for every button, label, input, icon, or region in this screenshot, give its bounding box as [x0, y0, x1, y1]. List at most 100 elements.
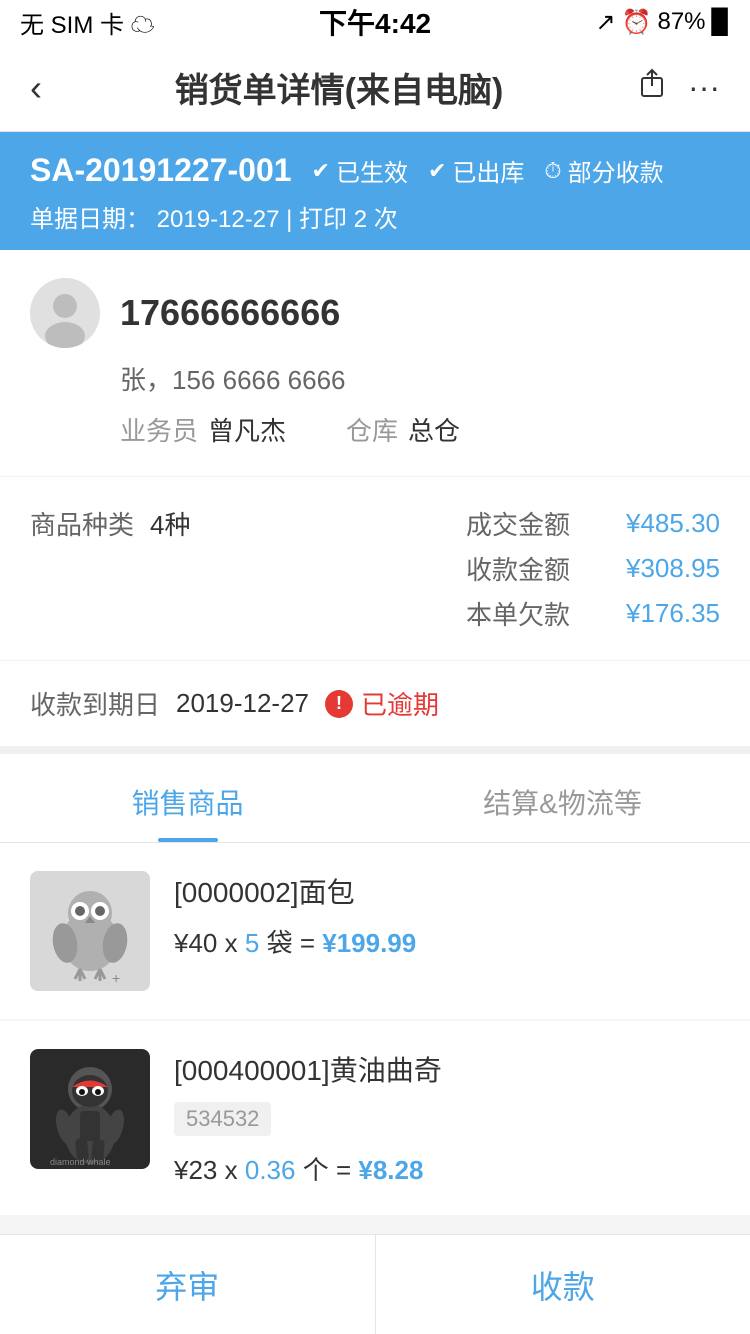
svg-text:+: + [112, 970, 120, 986]
amount-value: ¥485.30 [600, 508, 720, 539]
order-date: 2019-12-27 [157, 206, 280, 233]
overdue-text: 已逾期 [361, 685, 439, 722]
price-unit-1: 袋 [267, 928, 293, 958]
due-date-section: 收款到期日 2019-12-27 ! 已逾期 [0, 661, 750, 754]
warehouse: 仓库 总仓 [346, 411, 460, 448]
effected-label: 已生效 [336, 153, 408, 188]
type-label: 商品种类 [30, 505, 134, 542]
collected-row: 收款金额 ¥308.95 [466, 550, 720, 587]
clock-icon: ⏱ [544, 158, 561, 184]
status-right: ↗ ⏰ 87% ▉ [595, 8, 730, 37]
due-label: 收款到期日 [30, 685, 160, 722]
tab-sales-products[interactable]: 销售商品 [0, 754, 375, 842]
page-title: 销货单详情(来自电脑) [175, 63, 504, 112]
partial-label: 部分收款 [568, 153, 664, 188]
shipped-label: 已出库 [452, 153, 524, 188]
product-info-1: [0000002]面包 ¥40 x 5 袋 = ¥199.99 [174, 871, 720, 960]
order-date-row: 单据日期： 2019-12-27 | 打印 2 次 [30, 199, 720, 234]
customer-section: 17666666666 张，156 6666 6666 业务员 曾凡杰 仓库 总… [0, 250, 750, 477]
order-header-row1: SA-20191227-001 ✔ 已生效 ✔ 已出库 ⏱ 部分收款 [30, 152, 720, 189]
summary-right: 成交金额 ¥485.30 收款金额 ¥308.95 本单欠款 ¥176.35 [466, 505, 720, 632]
status-shipped: ✔ 已出库 [428, 153, 524, 188]
product-name-1: [0000002]面包 [174, 871, 720, 911]
product-price-1: ¥40 x 5 袋 = ¥199.99 [174, 923, 720, 960]
owed-label: 本单欠款 [466, 595, 570, 632]
print-count: 2 [354, 206, 367, 233]
collected-value: ¥308.95 [600, 553, 720, 584]
tab-settlement-label: 结算&物流等 [483, 788, 642, 819]
sales-person: 业务员 曾凡杰 [120, 411, 286, 448]
nav-actions: ··· [636, 68, 720, 108]
tab-active-indicator [158, 838, 218, 842]
location-icon: ↗ [595, 8, 615, 37]
overdue-icon: ! [325, 690, 353, 718]
print-label: | 打印 [286, 206, 347, 233]
sim-status: 无 SIM 卡 ☁ [20, 5, 155, 40]
owed-row: 本单欠款 ¥176.35 [466, 595, 720, 632]
status-left: 无 SIM 卡 ☁ [20, 5, 155, 40]
battery-icon: ▉ [712, 8, 730, 37]
product-name-2: [000400001]黄油曲奇 [174, 1049, 720, 1089]
product-tag-2: 534532 [174, 1102, 271, 1136]
tab-sales-label: 销售商品 [131, 788, 243, 819]
more-icon[interactable]: ··· [688, 69, 720, 106]
price-eq-1: = [300, 928, 322, 958]
order-header: SA-20191227-001 ✔ 已生效 ✔ 已出库 ⏱ 部分收款 单据日期：… [0, 132, 750, 250]
price-base-2: ¥23 [174, 1155, 217, 1185]
date-label: 单据日期： [30, 206, 150, 233]
price-x-2: x [225, 1155, 245, 1185]
due-date-value: 2019-12-27 [176, 688, 309, 719]
price-eq-2: = [336, 1155, 358, 1185]
product-info-2: [000400001]黄油曲奇 534532 ¥23 x 0.36 个 = ¥8… [174, 1049, 720, 1187]
summary-section: 商品种类 4种 成交金额 ¥485.30 收款金额 ¥308.95 本单欠款 ¥… [0, 477, 750, 661]
customer-name-phone: 张，156 6666 6666 [30, 360, 720, 397]
warehouse-value: 总仓 [408, 411, 460, 448]
status-bar: 无 SIM 卡 ☁ 下午4:42 ↗ ⏰ 87% ▉ [0, 0, 750, 44]
print-suffix: 次 [374, 206, 398, 233]
sales-value: 曾凡杰 [208, 411, 286, 448]
price-qty-1: 5 [245, 928, 259, 958]
sales-label: 业务员 [120, 411, 198, 448]
bottom-bar: 弃审 收款 [0, 1234, 750, 1334]
back-button[interactable]: ‹ [30, 67, 42, 109]
check-icon-2: ✔ [428, 158, 446, 184]
svg-text:diamond whale: diamond whale [50, 1157, 111, 1167]
product-list: + [0000002]面包 ¥40 x 5 袋 = ¥199.99 [0, 843, 750, 1215]
price-qty-2: 0.36 [245, 1155, 296, 1185]
price-total-1: ¥199.99 [322, 928, 416, 958]
avatar [30, 278, 100, 348]
product-thumbnail-2: diamond whale [30, 1049, 150, 1169]
owed-value: ¥176.35 [600, 598, 720, 629]
price-base-1: ¥40 [174, 928, 217, 958]
nav-bar: ‹ 销货单详情(来自电脑) ··· [0, 44, 750, 132]
check-icon-1: ✔ [312, 158, 330, 184]
order-id: SA-20191227-001 [30, 152, 292, 189]
amount-label: 成交金额 [466, 505, 570, 542]
collected-label: 收款金额 [466, 550, 570, 587]
product-price-2: ¥23 x 0.36 个 = ¥8.28 [174, 1150, 720, 1187]
list-item: diamond whale [000400001]黄油曲奇 534532 ¥23… [0, 1021, 750, 1215]
overdue-badge: ! 已逾期 [325, 685, 439, 722]
warehouse-label: 仓库 [346, 411, 398, 448]
status-time: 下午4:42 [319, 2, 431, 42]
tab-settlement[interactable]: 结算&物流等 [375, 754, 750, 842]
price-x-1: x [225, 928, 245, 958]
customer-meta: 业务员 曾凡杰 仓库 总仓 [30, 411, 720, 448]
customer-phone: 17666666666 [120, 292, 340, 334]
tabs-bar: 销售商品 结算&物流等 [0, 754, 750, 843]
status-effected: ✔ 已生效 [312, 153, 408, 188]
type-count: 4种 [150, 505, 190, 542]
reject-button[interactable]: 弃审 [0, 1235, 376, 1334]
price-unit-2: 个 [303, 1155, 329, 1185]
price-total-2: ¥8.28 [358, 1155, 423, 1185]
collect-button[interactable]: 收款 [376, 1235, 750, 1334]
customer-top: 17666666666 [30, 278, 720, 348]
alarm-icon: ⏰ [622, 8, 652, 37]
share-icon[interactable] [636, 68, 668, 108]
battery-level: 87% [657, 8, 705, 36]
list-item: + [0000002]面包 ¥40 x 5 袋 = ¥199.99 [0, 843, 750, 1019]
status-partial: ⏱ 部分收款 [544, 153, 663, 188]
summary-left: 商品种类 4种 [30, 505, 190, 542]
product-thumbnail-1: + [30, 871, 150, 991]
amount-row: 成交金额 ¥485.30 [466, 505, 720, 542]
